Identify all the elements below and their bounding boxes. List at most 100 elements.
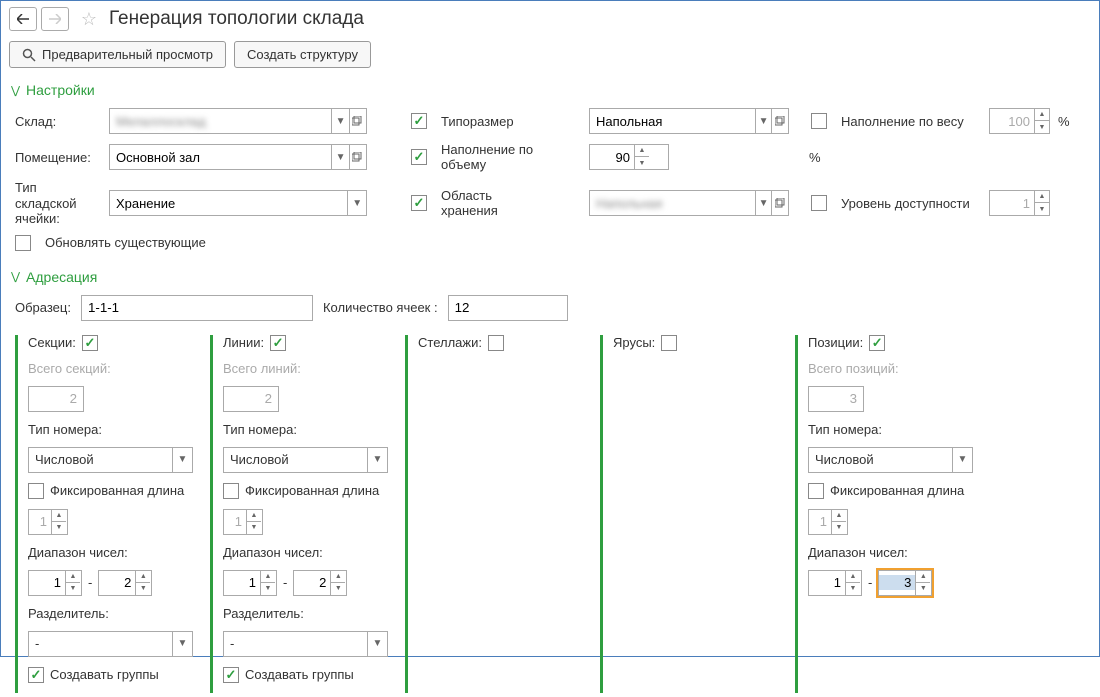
area-label: Область хранения	[441, 188, 581, 219]
dropdown-icon[interactable]: ▼	[347, 191, 366, 215]
racks-column: Стеллажи:	[405, 335, 600, 693]
access-label: Уровень доступности	[841, 196, 981, 211]
spin-down-icon[interactable]: ▼	[1035, 203, 1049, 215]
lines-fixed-input[interactable]: ▲▼	[223, 509, 263, 535]
update-existing-checkbox[interactable]	[15, 235, 31, 251]
spin-up-icon[interactable]: ▲	[1035, 109, 1049, 121]
positions-total-input	[808, 386, 864, 412]
lines-fixed-checkbox[interactable]	[223, 483, 239, 499]
typesize-checkbox[interactable]	[411, 113, 427, 129]
lines-total-input	[223, 386, 279, 412]
racks-checkbox[interactable]	[488, 335, 504, 351]
celltype-input[interactable]: ▼	[109, 190, 367, 216]
lines-numtype-select[interactable]: Числовой▼	[223, 447, 388, 473]
tiers-title: Ярусы:	[613, 335, 655, 350]
weight-label: Наполнение по весу	[841, 114, 981, 129]
forward-button[interactable]	[41, 7, 69, 31]
open-icon[interactable]	[771, 109, 788, 133]
sample-label: Образец:	[15, 300, 71, 315]
positions-checkbox[interactable]	[869, 335, 885, 351]
lines-range-to[interactable]: ▲▼	[293, 570, 347, 596]
sections-fixed-checkbox[interactable]	[28, 483, 44, 499]
area-input[interactable]: ▼	[589, 190, 789, 216]
lines-range-from[interactable]: ▲▼	[223, 570, 277, 596]
settings-section-toggle[interactable]: ⋁ Настройки	[1, 76, 1099, 104]
dropdown-icon[interactable]: ▼	[331, 109, 348, 133]
lines-checkbox[interactable]	[270, 335, 286, 351]
volume-label: Наполнение по объему	[441, 142, 581, 172]
volume-input[interactable]: ▲▼	[589, 144, 669, 170]
positions-numtype-select[interactable]: Числовой▼	[808, 447, 973, 473]
warehouse-input[interactable]: ▼	[109, 108, 367, 134]
lines-total-label: Всего линий:	[223, 361, 395, 376]
preview-button[interactable]: Предварительный просмотр	[9, 41, 226, 68]
typesize-label: Типоразмер	[441, 114, 581, 129]
sections-checkbox[interactable]	[82, 335, 98, 351]
chevron-down-icon: ⋁	[11, 84, 20, 97]
dropdown-icon[interactable]: ▼	[367, 448, 387, 472]
typesize-input[interactable]: ▼	[589, 108, 789, 134]
addressing-section-toggle[interactable]: ⋁ Адресация	[1, 263, 1099, 291]
dropdown-icon[interactable]: ▼	[952, 448, 972, 472]
favorite-icon[interactable]: ☆	[77, 7, 101, 31]
dropdown-icon[interactable]: ▼	[331, 145, 348, 169]
lines-numtype-label: Тип номера:	[223, 422, 395, 437]
spin-down-icon[interactable]: ▼	[635, 157, 649, 169]
chevron-down-icon: ⋁	[11, 270, 20, 283]
sections-range-label: Диапазон чисел:	[28, 545, 200, 560]
back-button[interactable]	[9, 7, 37, 31]
positions-fixed-input[interactable]: ▲▼	[808, 509, 848, 535]
dropdown-icon[interactable]: ▼	[367, 632, 387, 656]
lines-groups-checkbox[interactable]	[223, 667, 239, 683]
sections-column: Секции: Всего секций: Тип номера: Числов…	[15, 335, 210, 693]
create-structure-button[interactable]: Создать структуру	[234, 41, 371, 68]
dropdown-icon[interactable]: ▼	[755, 191, 772, 215]
room-input[interactable]: ▼	[109, 144, 367, 170]
weight-input[interactable]: ▲▼	[989, 108, 1050, 134]
access-checkbox[interactable]	[811, 195, 827, 211]
lines-title: Линии:	[223, 335, 264, 350]
lines-column: Линии: Всего линий: Тип номера: Числовой…	[210, 335, 405, 693]
volume-checkbox[interactable]	[411, 149, 427, 165]
tiers-checkbox[interactable]	[661, 335, 677, 351]
sections-fixed-input[interactable]: ▲▼	[28, 509, 68, 535]
sections-title: Секции:	[28, 335, 76, 350]
lines-sep-select[interactable]: -▼	[223, 631, 388, 657]
open-icon[interactable]	[349, 145, 366, 169]
spin-down-icon[interactable]: ▼	[1035, 121, 1049, 133]
spin-up-icon[interactable]: ▲	[635, 145, 649, 157]
cell-count-label: Количество ячеек :	[323, 300, 438, 315]
search-icon	[22, 48, 36, 62]
spin-up-icon[interactable]: ▲	[1035, 191, 1049, 203]
area-checkbox[interactable]	[411, 195, 427, 211]
warehouse-label: Склад:	[15, 114, 101, 129]
positions-range-label: Диапазон чисел:	[808, 545, 980, 560]
weight-checkbox[interactable]	[811, 113, 827, 129]
open-icon[interactable]	[349, 109, 366, 133]
sections-total-label: Всего секций:	[28, 361, 200, 376]
positions-numtype-label: Тип номера:	[808, 422, 980, 437]
open-icon[interactable]	[771, 191, 788, 215]
cell-count-input[interactable]	[448, 295, 568, 321]
sections-groups-checkbox[interactable]	[28, 667, 44, 683]
update-existing-label: Обновлять существующие	[45, 235, 206, 250]
sample-input[interactable]	[81, 295, 313, 321]
sections-range-to[interactable]: ▲▼	[98, 570, 152, 596]
positions-range-from[interactable]: ▲▼	[808, 570, 862, 596]
dropdown-icon[interactable]: ▼	[172, 448, 192, 472]
lines-sep-label: Разделитель:	[223, 606, 395, 621]
tiers-column: Ярусы:	[600, 335, 795, 693]
positions-fixed-checkbox[interactable]	[808, 483, 824, 499]
access-input[interactable]: ▲▼	[989, 190, 1050, 216]
lines-range-label: Диапазон чисел:	[223, 545, 395, 560]
dropdown-icon[interactable]: ▼	[172, 632, 192, 656]
sections-sep-select[interactable]: -▼	[28, 631, 193, 657]
positions-title: Позиции:	[808, 335, 863, 350]
positions-total-label: Всего позиций:	[808, 361, 980, 376]
dropdown-icon[interactable]: ▼	[755, 109, 772, 133]
sections-numtype-select[interactable]: Числовой▼	[28, 447, 193, 473]
racks-title: Стеллажи:	[418, 335, 482, 350]
sections-range-from[interactable]: ▲▼	[28, 570, 82, 596]
positions-range-to[interactable]: ▲▼	[878, 570, 932, 596]
sections-numtype-label: Тип номера:	[28, 422, 200, 437]
